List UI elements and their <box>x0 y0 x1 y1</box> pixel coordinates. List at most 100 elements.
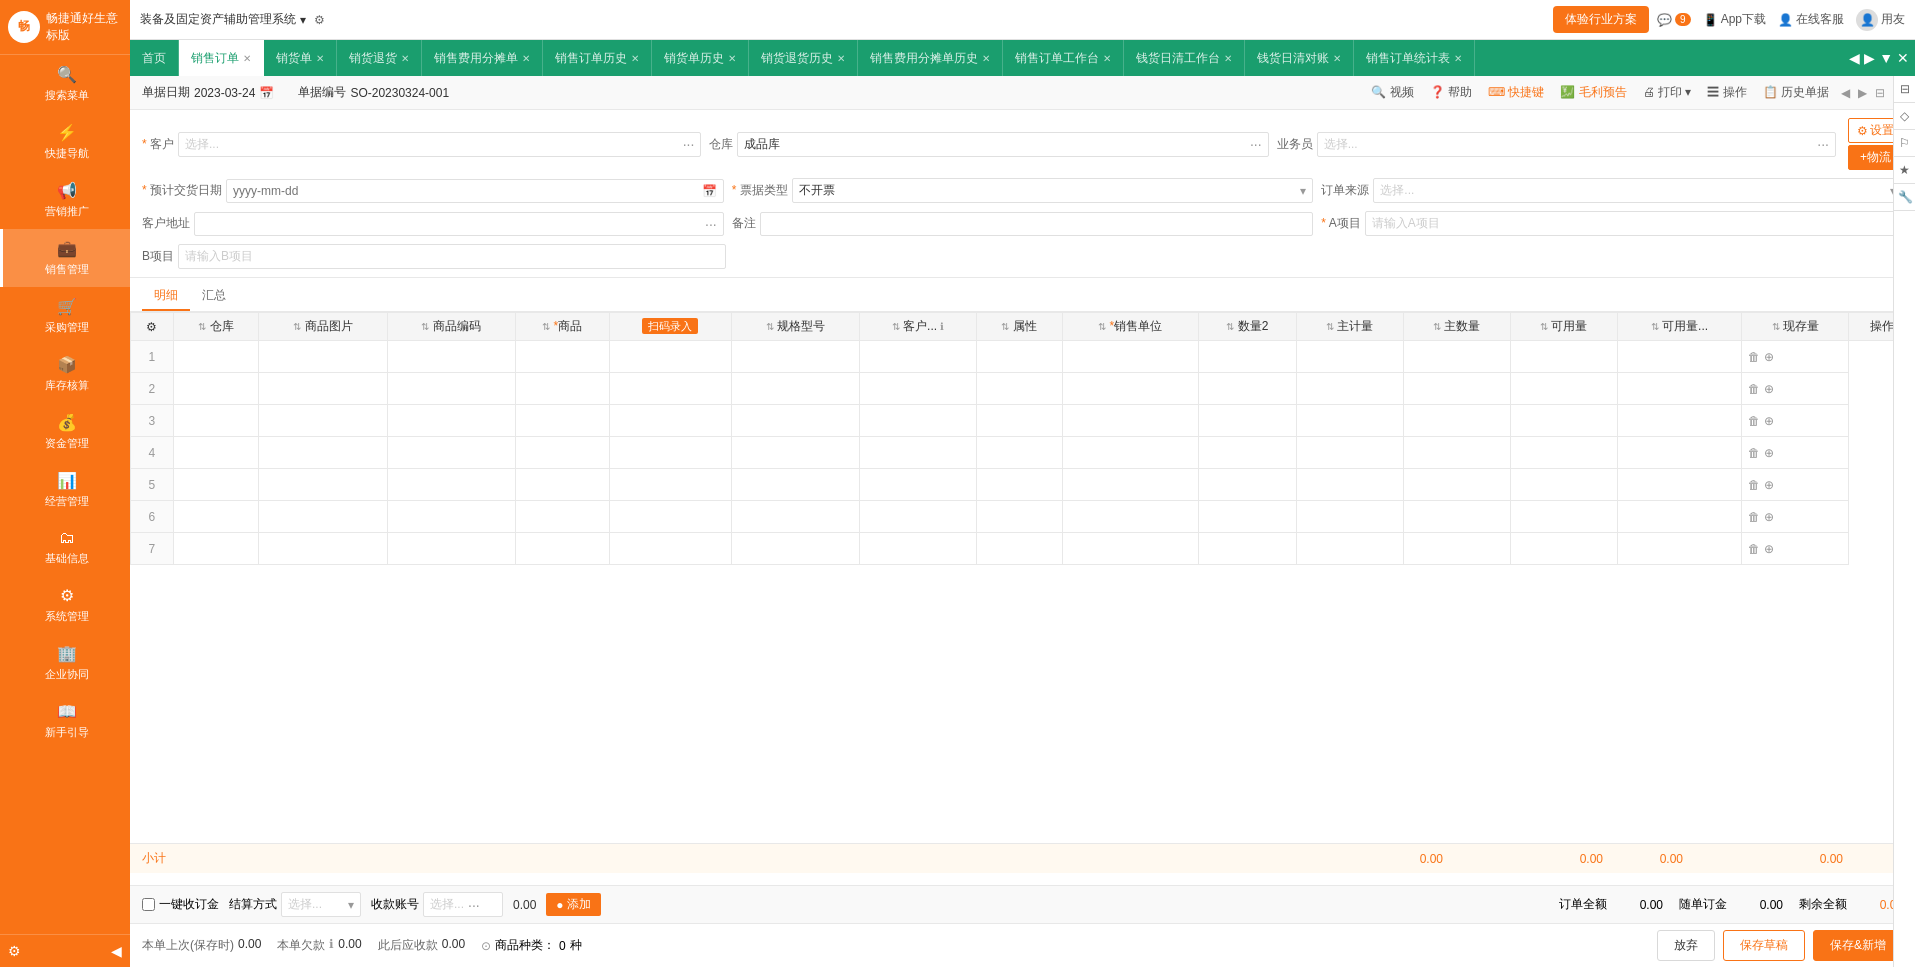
sidebar-item-finance[interactable]: 💰 资金管理 <box>0 403 130 461</box>
delete-row-icon[interactable]: 🗑 <box>1748 414 1760 428</box>
shortcut-btn[interactable]: ⌨ 快捷键 <box>1484 82 1548 103</box>
tab-reconciliation[interactable]: 钱货日清对账 ✕ <box>1245 40 1354 76</box>
tab-sales-order-close[interactable]: ✕ <box>243 53 251 64</box>
row-cell-0[interactable] <box>173 533 259 565</box>
sidebar-item-sales[interactable]: 💼 销售管理 <box>0 229 130 287</box>
row-cell-0[interactable] <box>173 373 259 405</box>
row-cell-2[interactable] <box>387 533 515 565</box>
tab-return-history-close[interactable]: ✕ <box>837 53 845 64</box>
tab-home[interactable]: 首页 <box>130 40 179 76</box>
row-cell-2[interactable] <box>387 373 515 405</box>
row-cell-4[interactable] <box>609 373 731 405</box>
side-icon-1[interactable]: ⊟ <box>1894 76 1915 103</box>
row-cell-8[interactable] <box>1062 501 1199 533</box>
tab-cash-workbench-close[interactable]: ✕ <box>1224 53 1232 64</box>
save-new-btn[interactable]: 保存&新增 <box>1813 930 1903 961</box>
history-btn[interactable]: 📋 历史单据 <box>1759 82 1833 103</box>
delete-row-icon[interactable]: 🗑 <box>1748 382 1760 396</box>
tab-cash-workbench[interactable]: 钱货日清工作台 ✕ <box>1124 40 1245 76</box>
row-cell-3[interactable] <box>515 533 609 565</box>
help-btn[interactable]: ❓ 帮助 <box>1426 82 1476 103</box>
tab-expense-close[interactable]: ✕ <box>522 53 530 64</box>
delivery-date-text-input[interactable] <box>233 184 702 198</box>
row-cell-11[interactable] <box>1403 437 1510 469</box>
calendar-icon[interactable]: 📅 <box>259 86 274 100</box>
delete-row-icon[interactable]: 🗑 <box>1748 446 1760 460</box>
payment-select[interactable]: 选择... ▾ <box>281 892 361 917</box>
row-cell-13[interactable] <box>1617 405 1742 437</box>
row-cell-8[interactable] <box>1062 533 1199 565</box>
row-cell-5[interactable] <box>732 469 860 501</box>
row-cell-12[interactable] <box>1510 437 1617 469</box>
row-cell-7[interactable] <box>976 501 1062 533</box>
row-cell-9[interactable] <box>1199 501 1297 533</box>
sidebar-item-quicknav[interactable]: ⚡ 快捷导航 <box>0 113 130 171</box>
row-cell-3[interactable] <box>515 405 609 437</box>
row-cell-7[interactable] <box>976 437 1062 469</box>
side-icon-4[interactable]: ★ <box>1894 157 1915 184</box>
tab-invoice-history-close[interactable]: ✕ <box>728 53 736 64</box>
row-cell-13[interactable] <box>1617 469 1742 501</box>
row-cell-6[interactable] <box>860 501 976 533</box>
sidebar-item-system[interactable]: ⚙ 系统管理 <box>0 576 130 634</box>
copy-row-icon[interactable]: ⊕ <box>1764 414 1774 428</box>
row-cell-12[interactable] <box>1510 501 1617 533</box>
row-cell-11[interactable] <box>1403 373 1510 405</box>
row-cell-4[interactable] <box>609 341 731 373</box>
col-gear[interactable]: ⚙ <box>131 313 174 341</box>
row-cell-3[interactable] <box>515 341 609 373</box>
row-cell-7[interactable] <box>976 469 1062 501</box>
salesperson-input[interactable]: 选择... ··· <box>1317 132 1836 157</box>
sidebar-item-basic[interactable]: 🗂 基础信息 <box>0 519 130 576</box>
nav-right-icon[interactable]: ▶ <box>1858 86 1867 100</box>
row-cell-0[interactable] <box>173 437 259 469</box>
warehouse-input[interactable]: 成品库 ··· <box>737 132 1268 157</box>
delivery-date-input[interactable]: 📅 <box>226 179 724 203</box>
account-dots[interactable]: ··· <box>468 897 480 913</box>
tab-detail[interactable]: 明细 <box>142 282 190 311</box>
row-cell-12[interactable] <box>1510 405 1617 437</box>
row-cell-11[interactable] <box>1403 469 1510 501</box>
row-cell-5[interactable] <box>732 341 860 373</box>
table-view-icon[interactable]: ⊟ <box>1875 86 1885 100</box>
delete-row-icon[interactable]: 🗑 <box>1748 510 1760 524</box>
sidebar-item-guide[interactable]: 📖 新手引导 <box>0 692 130 750</box>
row-cell-7[interactable] <box>976 405 1062 437</box>
sidebar-item-operations[interactable]: 📊 经营管理 <box>0 461 130 519</box>
row-cell-5[interactable] <box>732 405 860 437</box>
row-cell-1[interactable] <box>259 341 387 373</box>
nav-prev-icon[interactable]: ◀ <box>1849 50 1860 66</box>
scan-btn[interactable]: 扫码录入 <box>642 318 698 334</box>
nav-more-icon[interactable]: ▼ <box>1879 50 1893 66</box>
app-download-action[interactable]: 📱 App下载 <box>1703 11 1766 28</box>
warehouse-dots[interactable]: ··· <box>1250 136 1262 152</box>
tab-expense[interactable]: 销售费用分摊单 ✕ <box>422 40 543 76</box>
profit-forecast-btn[interactable]: 💹 毛利预告 <box>1556 82 1630 103</box>
row-cell-11[interactable] <box>1403 533 1510 565</box>
row-cell-5[interactable] <box>732 437 860 469</box>
row-cell-8[interactable] <box>1062 437 1199 469</box>
copy-row-icon[interactable]: ⊕ <box>1764 510 1774 524</box>
row-cell-9[interactable] <box>1199 469 1297 501</box>
row-cell-13[interactable] <box>1617 341 1742 373</box>
row-cell-10[interactable] <box>1296 405 1403 437</box>
calendar-small-icon[interactable]: 📅 <box>702 184 717 198</box>
row-cell-1[interactable] <box>259 437 387 469</box>
tab-expense-history[interactable]: 销售费用分摊单历史 ✕ <box>858 40 1003 76</box>
row-cell-8[interactable] <box>1062 405 1199 437</box>
row-cell-5[interactable] <box>732 533 860 565</box>
row-cell-9[interactable] <box>1199 533 1297 565</box>
row-cell-7[interactable] <box>976 341 1062 373</box>
row-cell-8[interactable] <box>1062 469 1199 501</box>
trial-btn[interactable]: 体验行业方案 <box>1553 6 1649 33</box>
message-action[interactable]: 💬 9 <box>1657 13 1691 27</box>
row-cell-13[interactable] <box>1617 437 1742 469</box>
sidebar-item-marketing[interactable]: 📢 营销推广 <box>0 171 130 229</box>
b-project-input[interactable]: 请输入B项目 <box>178 244 726 269</box>
account-input[interactable]: 选择... ··· <box>423 892 503 917</box>
row-cell-1[interactable] <box>259 373 387 405</box>
customer-dots[interactable]: ··· <box>683 136 695 152</box>
row-cell-9[interactable] <box>1199 437 1297 469</box>
row-cell-3[interactable] <box>515 501 609 533</box>
address-dots[interactable]: ··· <box>705 216 717 232</box>
